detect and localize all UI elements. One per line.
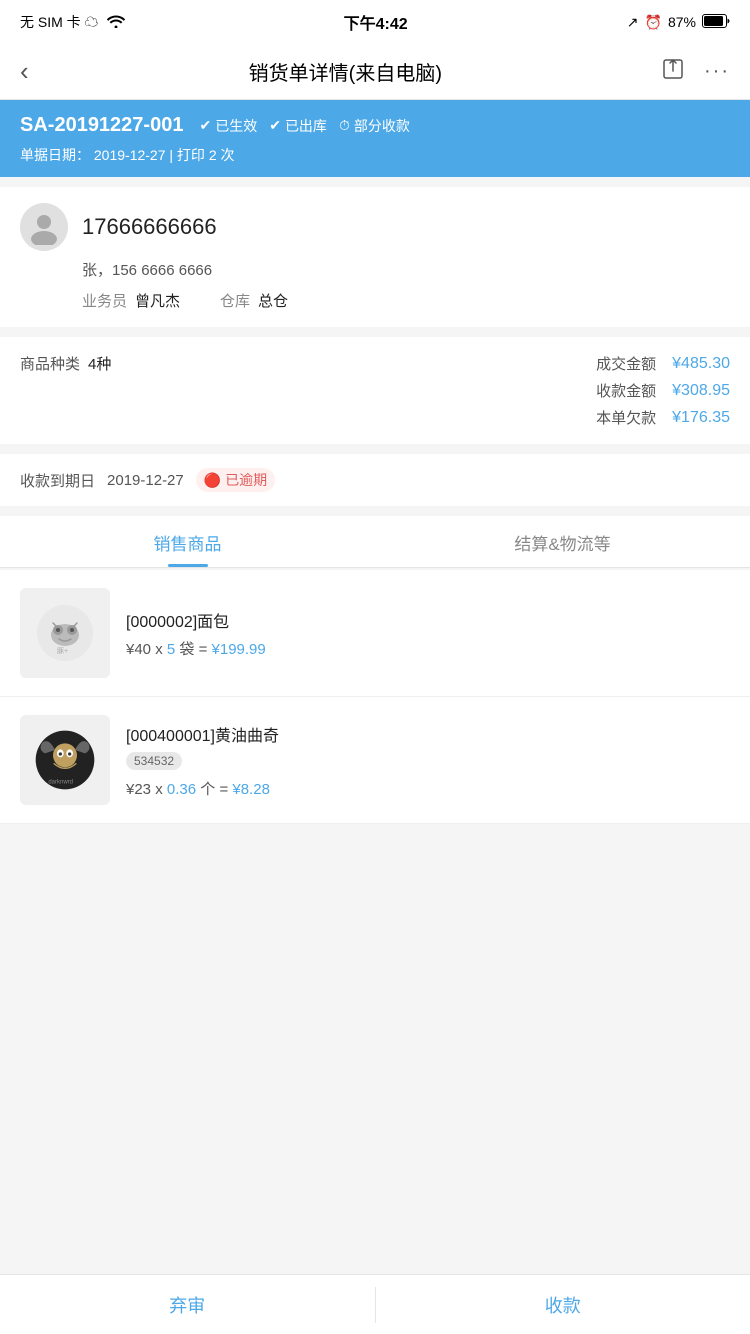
sim-label: 无 SIM 卡 ☁: [20, 12, 99, 32]
order-header: SA-20191227-001 ✔ 已生效 ✔ 已出库 ⏱ 部分收款 单据日期：…: [0, 100, 750, 177]
check-icon-2: ✔: [269, 117, 281, 134]
product-total-2: ¥8.28: [232, 781, 270, 798]
stats-section: 商品种类 4种 成交金额 ¥485.30 收款金额 ¥308.95 本单欠款 ¥…: [0, 337, 750, 444]
product-name-2: [000400001]黄油曲奇: [126, 722, 730, 746]
warehouse-label: 仓库: [220, 290, 250, 311]
product-info-1: [0000002]面包 ¥40 x 5 袋 = ¥199.99: [126, 608, 730, 659]
product-price-1: ¥40 x 5 袋 = ¥199.99: [126, 638, 730, 659]
receipt-label: 收款金额: [596, 380, 656, 401]
confirm-button[interactable]: 收款: [376, 1275, 750, 1334]
overdue-badge: 🔴 已逾期: [196, 468, 275, 492]
receipt-value: ¥308.95: [672, 382, 730, 400]
debt-label: 本单欠款: [596, 407, 656, 428]
customer-phone: 17666666666: [82, 214, 217, 240]
tab-settlement[interactable]: 结算&物流等: [375, 516, 750, 567]
due-section: 收款到期日 2019-12-27 🔴 已逾期: [0, 454, 750, 506]
bottom-bar: 弃审 收款: [0, 1274, 750, 1334]
status-time: 下午4:42: [344, 10, 408, 34]
product-name-1: [0000002]面包: [126, 608, 730, 632]
product-total-1: ¥199.99: [212, 641, 266, 658]
svg-text:darknwrd: darknwrd: [48, 779, 73, 785]
avatar: [20, 203, 68, 251]
clock-icon: ⏱: [339, 117, 350, 134]
nav-actions: ···: [662, 58, 730, 86]
location-icon: ↗: [627, 14, 639, 31]
due-date: 2019-12-27: [107, 472, 184, 489]
battery-percent: 87%: [668, 14, 696, 30]
kind-label: 商品种类: [20, 353, 80, 374]
badge-effective: ✔ 已生效: [199, 116, 257, 136]
customer-section: 17666666666 张，156 6666 6666 业务员 曾凡杰 仓库 总…: [0, 187, 750, 327]
order-date-line: 单据日期： 2019-12-27 | 打印 2 次: [20, 145, 730, 165]
share-icon[interactable]: [662, 58, 684, 86]
back-button[interactable]: ‹: [20, 56, 29, 87]
order-id: SA-20191227-001: [20, 114, 183, 137]
battery-icon: [702, 14, 730, 31]
wifi-icon: [107, 14, 125, 31]
agent-label: 业务员: [82, 290, 127, 311]
debt-value: ¥176.35: [672, 409, 730, 427]
product-tag-2: 534532: [126, 752, 182, 770]
badge-partial: ⏱ 部分收款: [339, 116, 410, 136]
badge-delivered: ✔ 已出库: [269, 116, 327, 136]
product-image-2: darknwrd: [20, 715, 110, 805]
check-icon: ✔: [199, 117, 211, 134]
product-price-2: ¥23 x 0.36 个 = ¥8.28: [126, 778, 730, 799]
status-right: ↗ ⏰ 87%: [627, 14, 730, 31]
customer-meta: 业务员 曾凡杰 仓库 总仓: [20, 290, 730, 311]
alarm-icon: ⏰: [645, 14, 662, 31]
svg-text:豚+: 豚+: [57, 647, 68, 655]
product-qty-1: 5: [167, 641, 175, 658]
product-list: 豚+ [0000002]面包 ¥40 x 5 袋 = ¥199.99: [0, 570, 750, 824]
kind-value: 4种: [88, 353, 111, 374]
product-qty-2: 0.36: [167, 781, 196, 798]
status-left: 无 SIM 卡 ☁: [20, 12, 125, 32]
status-bar: 无 SIM 卡 ☁ 下午4:42 ↗ ⏰ 87%: [0, 0, 750, 44]
status-badges: ✔ 已生效 ✔ 已出库 ⏱ 部分收款: [199, 116, 409, 136]
more-icon[interactable]: ···: [704, 60, 730, 83]
table-row: darknwrd [000400001]黄油曲奇 534532 ¥23 x 0.…: [0, 697, 750, 824]
overdue-icon: 🔴: [204, 472, 221, 489]
due-label: 收款到期日: [20, 470, 95, 491]
cancel-button[interactable]: 弃审: [0, 1275, 375, 1334]
product-image-1: 豚+: [20, 588, 110, 678]
table-row: 豚+ [0000002]面包 ¥40 x 5 袋 = ¥199.99: [0, 570, 750, 697]
deal-label: 成交金额: [596, 353, 656, 374]
warehouse-name: 总仓: [258, 290, 288, 311]
deal-value: ¥485.30: [672, 355, 730, 373]
customer-detail: 张，156 6666 6666: [20, 259, 730, 280]
tabs: 销售商品 结算&物流等: [0, 516, 750, 568]
product-info-2: [000400001]黄油曲奇 534532 ¥23 x 0.36 个 = ¥8…: [126, 722, 730, 799]
nav-bar: ‹ 销货单详情(来自电脑) ···: [0, 44, 750, 100]
page-title: 销货单详情(来自电脑): [249, 57, 442, 86]
agent-name: 曾凡杰: [135, 290, 180, 311]
tab-products[interactable]: 销售商品: [0, 516, 375, 567]
